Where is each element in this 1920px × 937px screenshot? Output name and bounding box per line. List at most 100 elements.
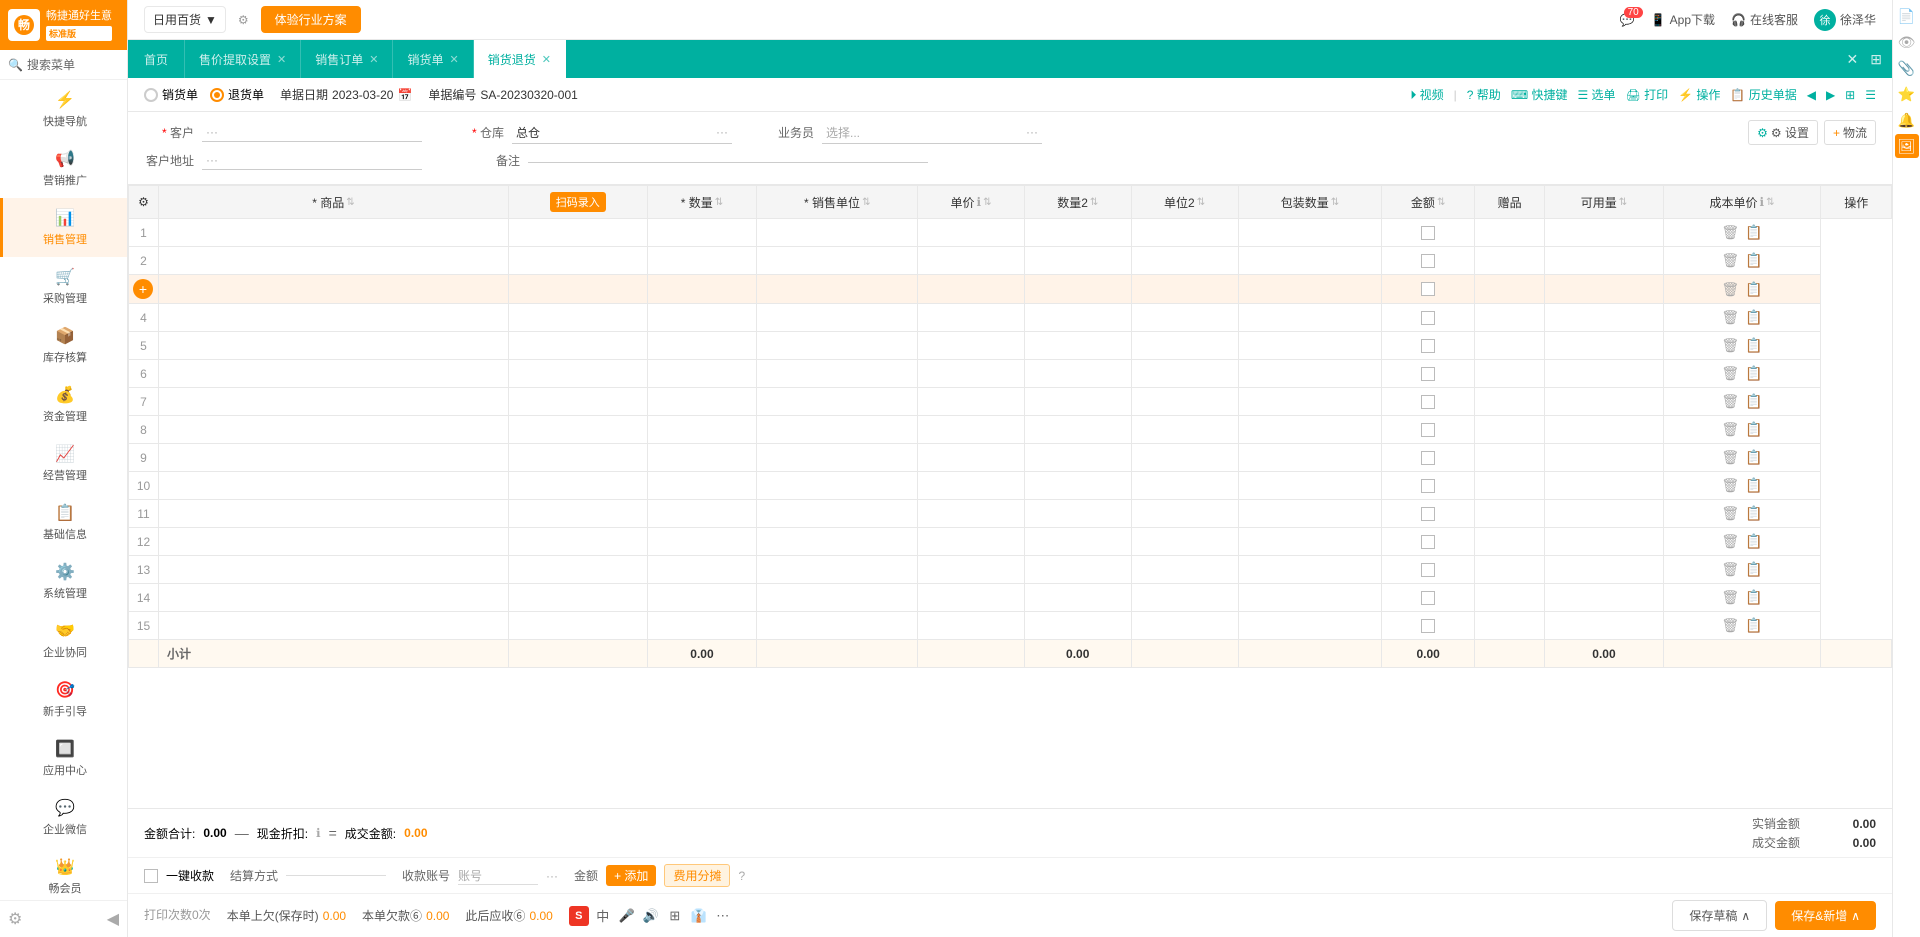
row-sales-unit-2[interactable] (647, 247, 757, 275)
row-quantity-13[interactable] (508, 556, 647, 584)
gift-checkbox-12[interactable] (1421, 535, 1435, 549)
dots-icon[interactable]: ⋯ (713, 906, 733, 926)
copy-icon-1[interactable]: 📋 (1745, 224, 1762, 241)
row-gift-11[interactable] (1382, 500, 1475, 528)
rp-icon-2[interactable]: 👁 (1895, 30, 1919, 54)
row-unit2-7[interactable] (1024, 388, 1131, 416)
row-sales-unit-10[interactable] (647, 472, 757, 500)
row-unit2-3[interactable] (1024, 275, 1131, 304)
row-sales-unit-5[interactable] (647, 332, 757, 360)
delete-icon-1[interactable]: 🗑 (1721, 224, 1739, 241)
sort-unit-price-icon[interactable]: ⇅ (983, 197, 991, 208)
row-quantity-14[interactable] (508, 584, 647, 612)
row-quantity2-13[interactable] (918, 556, 1025, 584)
row-available-12[interactable] (1474, 528, 1544, 556)
row-gift-15[interactable] (1382, 612, 1475, 640)
row-amount-9[interactable] (1238, 444, 1382, 472)
sidebar-item-apps[interactable]: 🔲 应用中心 (0, 729, 127, 788)
row-available-9[interactable] (1474, 444, 1544, 472)
row-sales-unit-1[interactable] (647, 219, 757, 247)
row-quantity-8[interactable] (508, 416, 647, 444)
rp-icon-1[interactable]: 📄 (1895, 4, 1919, 28)
row-pack-qty-13[interactable] (1131, 556, 1238, 584)
row-unit-price-11[interactable] (757, 500, 918, 528)
action-shortcut[interactable]: ⌨ 快捷键 (1511, 86, 1568, 103)
row-cost-price-3[interactable] (1545, 275, 1663, 304)
gift-checkbox-11[interactable] (1421, 507, 1435, 521)
sidebar-item-basic[interactable]: 📋 基础信息 (0, 493, 127, 552)
tab-sales-return-close[interactable]: ✕ (542, 53, 551, 66)
row-unit-price-8[interactable] (757, 416, 918, 444)
row-unit2-4[interactable] (1024, 304, 1131, 332)
row-gift-8[interactable] (1382, 416, 1475, 444)
row-sales-unit-11[interactable] (647, 500, 757, 528)
trial-button[interactable]: 体验行业方案 (261, 6, 361, 33)
row-quantity2-3[interactable] (918, 275, 1025, 304)
row-sales-unit-6[interactable] (647, 360, 757, 388)
gift-checkbox-6[interactable] (1421, 367, 1435, 381)
sidebar-item-quick-nav[interactable]: ⚡ 快捷导航 (0, 80, 127, 139)
row-available-2[interactable] (1474, 247, 1544, 275)
copy-icon-13[interactable]: 📋 (1745, 561, 1762, 578)
row-gift-2[interactable] (1382, 247, 1475, 275)
row-unit-price-12[interactable] (757, 528, 918, 556)
row-sales-unit-14[interactable] (647, 584, 757, 612)
row-unit2-13[interactable] (1024, 556, 1131, 584)
row-sales-unit-8[interactable] (647, 416, 757, 444)
message-badge[interactable]: 💬 70 (1620, 13, 1635, 27)
gift-checkbox-7[interactable] (1421, 395, 1435, 409)
row-cost-price-6[interactable] (1545, 360, 1663, 388)
note-input[interactable] (528, 158, 928, 163)
row-pack-qty-15[interactable] (1131, 612, 1238, 640)
row-quantity2-5[interactable] (918, 332, 1025, 360)
sort-available-icon[interactable]: ⇅ (1619, 197, 1627, 208)
row-pack-qty-3[interactable] (1131, 275, 1238, 304)
row-quantity2-1[interactable] (918, 219, 1025, 247)
list-view-icon[interactable]: ☰ (1865, 88, 1876, 102)
row-gift-1[interactable] (1382, 219, 1475, 247)
row-available-6[interactable] (1474, 360, 1544, 388)
gift-checkbox-9[interactable] (1421, 451, 1435, 465)
sort-sales-unit-icon[interactable]: ⇅ (862, 197, 870, 208)
row-gift-9[interactable] (1382, 444, 1475, 472)
row-unit2-1[interactable] (1024, 219, 1131, 247)
row-gift-10[interactable] (1382, 472, 1475, 500)
add-row-button[interactable]: + (133, 279, 153, 299)
row-product-13[interactable] (159, 556, 509, 584)
row-available-14[interactable] (1474, 584, 1544, 612)
delete-icon-10[interactable]: 🗑 (1721, 477, 1739, 494)
row-gift-7[interactable] (1382, 388, 1475, 416)
row-gift-5[interactable] (1382, 332, 1475, 360)
nav-prev-icon[interactable]: ◀ (1807, 88, 1816, 102)
search-menu[interactable]: 🔍 搜索菜单 (0, 50, 127, 80)
row-quantity2-4[interactable] (918, 304, 1025, 332)
row-available-3[interactable] (1474, 275, 1544, 304)
row-quantity2-6[interactable] (918, 360, 1025, 388)
row-unit2-10[interactable] (1024, 472, 1131, 500)
row-sales-unit-15[interactable] (647, 612, 757, 640)
sidebar-item-inventory[interactable]: 📦 库存核算 (0, 316, 127, 375)
user-profile-btn[interactable]: 徐 徐泽华 (1814, 9, 1876, 31)
row-product-3[interactable] (159, 275, 509, 304)
row-amount-6[interactable] (1238, 360, 1382, 388)
row-gift-13[interactable] (1382, 556, 1475, 584)
row-pack-qty-14[interactable] (1131, 584, 1238, 612)
row-quantity-4[interactable] (508, 304, 647, 332)
daily-selector[interactable]: 日用百货 ▼ (144, 6, 226, 33)
sidebar-item-member[interactable]: 👑 畅会员 (0, 847, 127, 900)
row-cost-price-5[interactable] (1545, 332, 1663, 360)
settings-button[interactable]: ⚙ ⚙ 设置 (1748, 120, 1818, 145)
tab-home[interactable]: 首页 (128, 40, 185, 78)
sort-unit2-icon[interactable]: ⇅ (1197, 197, 1205, 208)
row-amount-4[interactable] (1238, 304, 1382, 332)
row-unit2-11[interactable] (1024, 500, 1131, 528)
row-available-7[interactable] (1474, 388, 1544, 416)
row-quantity-6[interactable] (508, 360, 647, 388)
row-unit2-5[interactable] (1024, 332, 1131, 360)
scan-button[interactable]: 扫码录入 (550, 192, 606, 212)
tab-sales-delivery-close[interactable]: ✕ (450, 53, 459, 66)
row-cost-price-15[interactable] (1545, 612, 1663, 640)
tab-sales-return[interactable]: 销货退货 ✕ (474, 40, 566, 78)
row-quantity-12[interactable] (508, 528, 647, 556)
row-quantity-7[interactable] (508, 388, 647, 416)
